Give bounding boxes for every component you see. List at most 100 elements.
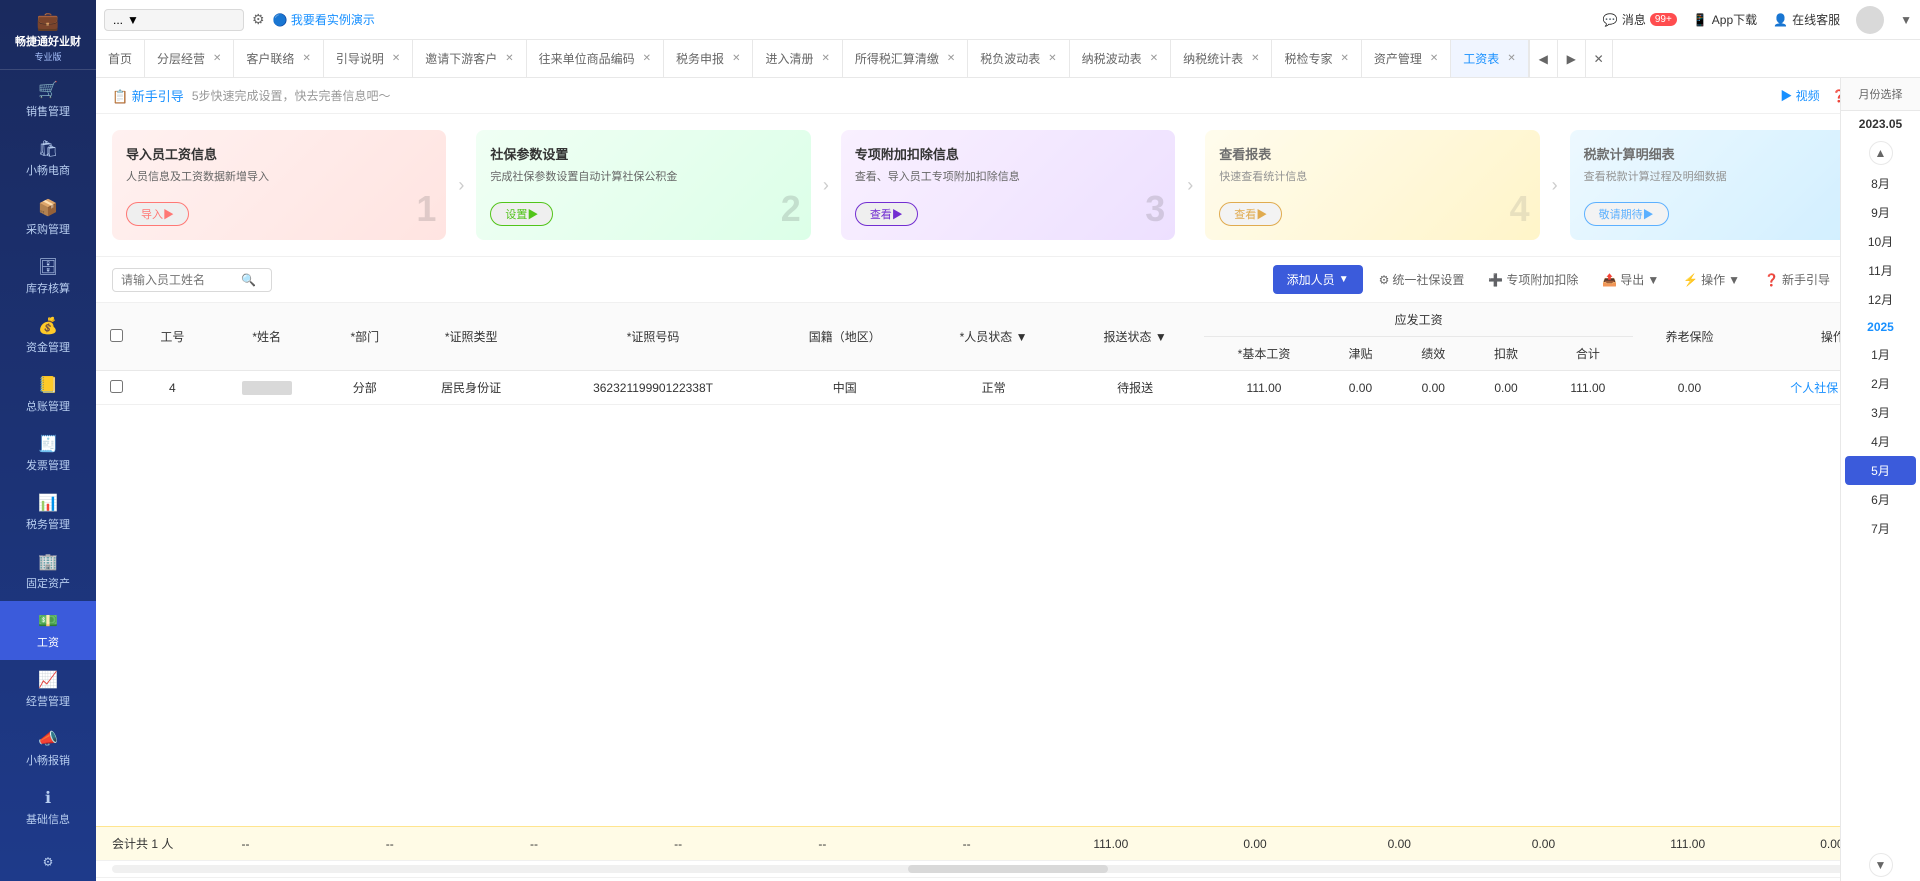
sidebar: 💼 畅捷通好业财 专业版 🛒 销售管理 🛍 小畅电商 📦 采购管理 🗄 库存核算… [0, 0, 96, 881]
step5-btn[interactable]: 敬请期待▶ [1584, 202, 1669, 226]
tab-close-guide[interactable]: ✕ [392, 53, 400, 64]
tab-close-stat[interactable]: ✕ [1251, 53, 1259, 64]
sidebar-label-sales: 销售管理 [26, 103, 70, 119]
social-security-btn[interactable]: ⚙ 统一社保设置 [1371, 267, 1473, 292]
guide-video-link[interactable]: ▶ 视频 [1780, 87, 1819, 104]
step4-btn[interactable]: 查看▶ [1219, 202, 1282, 226]
row-checkbox[interactable] [110, 380, 123, 393]
add-person-label: 添加人员 [1287, 271, 1335, 288]
tab-income-tax[interactable]: 所得税汇算清缴✕ [843, 40, 968, 78]
tabs-next-btn[interactable]: ▶ [1557, 40, 1585, 78]
step-arrow-4: › [1552, 130, 1558, 240]
month-8[interactable]: 8月 [1841, 169, 1920, 198]
tab-invite[interactable]: 邀请下游客户✕ [413, 40, 526, 78]
month-4[interactable]: 4月 [1841, 427, 1920, 456]
company-dropdown-icon: ▼ [127, 13, 139, 27]
tab-tax-report[interactable]: 税务申报✕ [664, 40, 753, 78]
settings-gear-icon[interactable]: ⚙ [252, 11, 265, 28]
tab-guide[interactable]: 引导说明✕ [324, 40, 413, 78]
tab-customer[interactable]: 客户联络✕ [234, 40, 323, 78]
company-selector[interactable]: ... ▼ [104, 9, 244, 31]
sidebar-item-sales[interactable]: 🛒 销售管理 [0, 70, 96, 129]
tab-home[interactable]: 首页 [96, 40, 145, 78]
tabs-bar: 首页 分层经营✕ 客户联络✕ 引导说明✕ 邀请下游客户✕ 往来单位商品编码✕ 税… [96, 40, 1920, 78]
month-11[interactable]: 11月 [1841, 256, 1920, 285]
demo-link[interactable]: 🔵 我要看实例演示 [273, 11, 375, 28]
tab-close-layer[interactable]: ✕ [213, 53, 221, 64]
month-6[interactable]: 6月 [1841, 485, 1920, 514]
tab-tax-stat[interactable]: 纳税统计表✕ [1171, 40, 1272, 78]
tab-close-wave[interactable]: ✕ [1150, 53, 1158, 64]
tab-goods-code[interactable]: 往来单位商品编码✕ [527, 40, 664, 78]
month-10[interactable]: 10月 [1841, 227, 1920, 256]
message-label: 消息 [1622, 11, 1646, 28]
month-12[interactable]: 12月 [1841, 285, 1920, 314]
month-7[interactable]: 7月 [1841, 514, 1920, 543]
month-up-btn[interactable]: ▲ [1869, 141, 1893, 165]
tab-close-assets[interactable]: ✕ [1430, 53, 1438, 64]
tab-layer[interactable]: 分层经营✕ [145, 40, 234, 78]
sidebar-item-expense[interactable]: 📣 小畅报销 [0, 719, 96, 778]
total-count: 1 [151, 837, 158, 851]
tabs-prev-btn[interactable]: ◀ [1529, 40, 1557, 78]
sidebar-item-basic[interactable]: ℹ 基础信息 [0, 778, 96, 837]
tab-close-burden[interactable]: ✕ [1048, 53, 1056, 64]
tabs-close-all-btn[interactable]: ✕ [1585, 40, 1613, 78]
sidebar-settings-btn[interactable]: ⚙ [0, 843, 96, 881]
newbie-guide-btn[interactable]: ❓ 新手引导 [1756, 267, 1838, 292]
sidebar-item-invoice[interactable]: 🧾 发票管理 [0, 424, 96, 483]
operation-btn[interactable]: ⚡ 操作 ▼ [1675, 267, 1748, 292]
sidebar-item-inventory[interactable]: 🗄 库存核算 [0, 247, 96, 306]
month-9[interactable]: 9月 [1841, 198, 1920, 227]
tab-close-customer[interactable]: ✕ [302, 53, 310, 64]
tab-clearance[interactable]: 进入清册✕ [753, 40, 842, 78]
sidebar-item-tax[interactable]: 📊 税务管理 [0, 483, 96, 542]
scrollbar-thumb[interactable] [908, 865, 1108, 873]
personal-insurance-btn[interactable]: 个人社保 [1790, 379, 1838, 396]
app-download-btn[interactable]: 📱 App下载 [1693, 11, 1757, 28]
step3-btn[interactable]: 查看▶ [855, 202, 918, 226]
report-filter-icon[interactable]: ▼ [1155, 330, 1167, 344]
export-btn[interactable]: 📤 导出 ▼ [1594, 267, 1667, 292]
message-btn[interactable]: 💬 消息 99+ [1603, 11, 1677, 28]
tab-close-expert[interactable]: ✕ [1341, 53, 1349, 64]
month-down-btn[interactable]: ▼ [1869, 853, 1893, 877]
add-person-button[interactable]: 添加人员 ▼ [1273, 265, 1363, 294]
th-allowance: 津贴 [1324, 337, 1397, 371]
tab-tax-wave[interactable]: 纳税波动表✕ [1070, 40, 1171, 78]
special-deduction-btn[interactable]: ➕ 专项附加扣除 [1480, 267, 1586, 292]
tab-tax-burden[interactable]: 税负波动表✕ [968, 40, 1069, 78]
step2-btn[interactable]: 设置▶ [490, 202, 553, 226]
month-2[interactable]: 2月 [1841, 369, 1920, 398]
guide-banner-title: 📋 新手引导 [112, 86, 184, 105]
select-all-checkbox[interactable] [110, 329, 123, 342]
user-avatar[interactable] [1856, 6, 1884, 34]
guide-banner-subtitle: 5步快速完成设置，快去完善信息吧～ [192, 87, 391, 104]
sidebar-item-ecommerce[interactable]: 🛍 小畅电商 [0, 129, 96, 188]
sidebar-item-purchase[interactable]: 📦 采购管理 [0, 188, 96, 247]
sidebar-item-assets[interactable]: 🏢 固定资产 [0, 542, 96, 601]
month-1[interactable]: 1月 [1841, 340, 1920, 369]
sidebar-item-finance[interactable]: 💰 资金管理 [0, 306, 96, 365]
tab-close-goods[interactable]: ✕ [643, 53, 651, 64]
tab-assets[interactable]: 资产管理✕ [1362, 40, 1451, 78]
user-settings-icon[interactable]: ▼ [1900, 13, 1912, 27]
tab-tax-expert[interactable]: 税检专家✕ [1272, 40, 1361, 78]
step1-btn[interactable]: 导入▶ [126, 202, 189, 226]
tab-close-tax[interactable]: ✕ [732, 53, 740, 64]
footer-dash-5: -- [750, 837, 894, 851]
month-3[interactable]: 3月 [1841, 398, 1920, 427]
month-5[interactable]: 5月 [1845, 456, 1916, 485]
search-input[interactable] [121, 273, 241, 287]
tab-close-invite[interactable]: ✕ [505, 53, 513, 64]
sidebar-item-ledger[interactable]: 📒 总账管理 [0, 365, 96, 424]
tab-salary[interactable]: 工资表✕ [1451, 40, 1528, 78]
online-service-btn[interactable]: 👤 在线客服 [1773, 11, 1840, 28]
sidebar-item-salary[interactable]: 💵 工资 [0, 601, 96, 660]
tab-close-income[interactable]: ✕ [947, 53, 955, 64]
sidebar-item-operations[interactable]: 📈 经营管理 [0, 660, 96, 719]
status-filter-icon[interactable]: ▼ [1016, 330, 1028, 344]
tab-close-clearance[interactable]: ✕ [821, 53, 829, 64]
search-icon[interactable]: 🔍 [241, 273, 256, 287]
tab-close-salary[interactable]: ✕ [1507, 53, 1515, 64]
